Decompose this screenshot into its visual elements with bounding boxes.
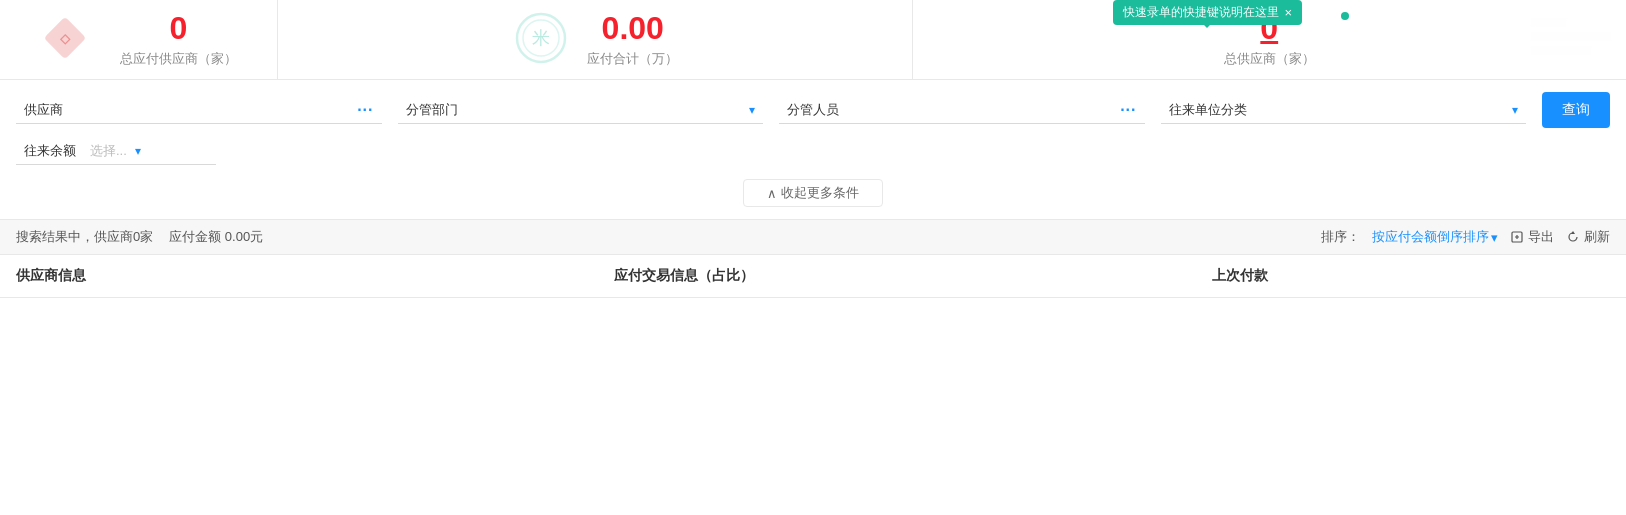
filter-department: 分管部门 ▾ (398, 97, 764, 124)
filter-row-1: 供应商 ··· 分管部门 ▾ 分管人员 ··· 往来单位分类 ▾ 查询 (16, 92, 1610, 128)
export-button[interactable]: 导出 (1510, 228, 1554, 246)
result-actions: 排序： 按应付会额倒序排序 ▾ 导出 刷新 (1321, 228, 1610, 246)
person-input[interactable] (847, 102, 1120, 117)
col-transaction-header: 应付交易信息（占比） (614, 267, 1212, 285)
tooltip-text: 快速录单的快捷键说明在这里 (1123, 4, 1279, 21)
filter-balance: 往来余额 选择... ▾ (16, 138, 216, 165)
sort-dropdown[interactable]: 按应付会额倒序排序 ▾ (1372, 228, 1498, 246)
stats-bar: ◇ 0 总应付供应商（家） 米 0.00 应付合计（万） 快速录单的快捷键说明在… (0, 0, 1626, 80)
filter-unit-category: 往来单位分类 ▾ (1161, 97, 1527, 124)
balance-label: 往来余额 (24, 142, 76, 160)
filter-row-2: 往来余额 选择... ▾ (16, 138, 1610, 165)
col-supplier-header: 供应商信息 (16, 267, 614, 285)
tooltip-close-icon[interactable]: × (1285, 6, 1293, 19)
department-label: 分管部门 (406, 101, 458, 119)
sort-arrow-icon: ▾ (1491, 230, 1498, 245)
result-summary: 搜索结果中，供应商0家 应付金额 0.00元 (16, 228, 263, 246)
total-payable-number: 0 (170, 11, 188, 46)
supplier-dots[interactable]: ··· (357, 101, 373, 119)
coin-icon: 米 (511, 8, 571, 71)
total-suppliers-label: 总供应商（家） (1224, 50, 1315, 68)
export-label: 导出 (1528, 228, 1554, 246)
export-icon (1510, 230, 1524, 244)
svg-marker-9 (1571, 231, 1575, 234)
filter-supplier: 供应商 ··· (16, 97, 382, 124)
stat-total-suppliers: 快速录单的快捷键说明在这里 × 0 总供应商（家） (913, 0, 1627, 79)
person-label: 分管人员 (787, 101, 839, 119)
svg-rect-7 (1531, 46, 1591, 54)
tooltip-bubble: 快速录单的快捷键说明在这里 × (1113, 0, 1303, 25)
balance-placeholder: 选择... (90, 142, 127, 160)
collapse-text: 收起更多条件 (781, 184, 859, 202)
suppliers-count: 搜索结果中，供应商0家 (16, 228, 153, 246)
collapse-button[interactable]: ∧ 收起更多条件 (743, 179, 883, 207)
svg-text:米: 米 (532, 28, 550, 48)
payable-total-number: 0.00 (602, 11, 664, 46)
refresh-icon (1566, 230, 1580, 244)
result-bar: 搜索结果中，供应商0家 应付金额 0.00元 排序： 按应付会额倒序排序 ▾ 导… (0, 220, 1626, 255)
unit-category-input[interactable] (1255, 102, 1513, 117)
svg-rect-5 (1531, 18, 1566, 26)
stat-total-payable: ◇ 0 总应付供应商（家） (0, 0, 278, 79)
ghost-image (1526, 8, 1616, 71)
person-dots[interactable]: ··· (1120, 101, 1136, 119)
refresh-button[interactable]: 刷新 (1566, 228, 1610, 246)
payable-total-label: 应付合计（万） (587, 50, 678, 68)
refresh-label: 刷新 (1584, 228, 1610, 246)
table-body (0, 298, 1626, 515)
unit-category-dropdown-icon[interactable]: ▾ (1512, 103, 1518, 117)
svg-rect-6 (1531, 32, 1611, 40)
balance-dropdown-icon[interactable]: ▾ (135, 144, 141, 158)
diamond-icon: ◇ (40, 13, 90, 66)
supplier-input[interactable] (71, 102, 357, 117)
amount-label: 应付金额 0.00元 (169, 228, 263, 246)
supplier-label: 供应商 (24, 101, 63, 119)
sort-prefix: 排序： (1321, 228, 1360, 246)
dot-indicator (1341, 12, 1349, 20)
filter-person: 分管人员 ··· (779, 97, 1145, 124)
total-payable-label: 总应付供应商（家） (120, 50, 237, 68)
svg-text:◇: ◇ (59, 31, 71, 46)
stat-payable-total: 米 0.00 应付合计（万） (278, 0, 913, 79)
filter-area: 供应商 ··· 分管部门 ▾ 分管人员 ··· 往来单位分类 ▾ 查询 往来余额 (0, 80, 1626, 220)
unit-category-label: 往来单位分类 (1169, 101, 1247, 119)
collapse-icon: ∧ (767, 186, 777, 201)
query-button[interactable]: 查询 (1542, 92, 1610, 128)
table-header: 供应商信息 应付交易信息（占比） 上次付款 (0, 255, 1626, 298)
sort-value-text: 按应付会额倒序排序 (1372, 228, 1489, 246)
col-lastpay-header: 上次付款 (1212, 267, 1611, 285)
department-dropdown-icon[interactable]: ▾ (749, 103, 755, 117)
department-input[interactable] (466, 102, 750, 117)
